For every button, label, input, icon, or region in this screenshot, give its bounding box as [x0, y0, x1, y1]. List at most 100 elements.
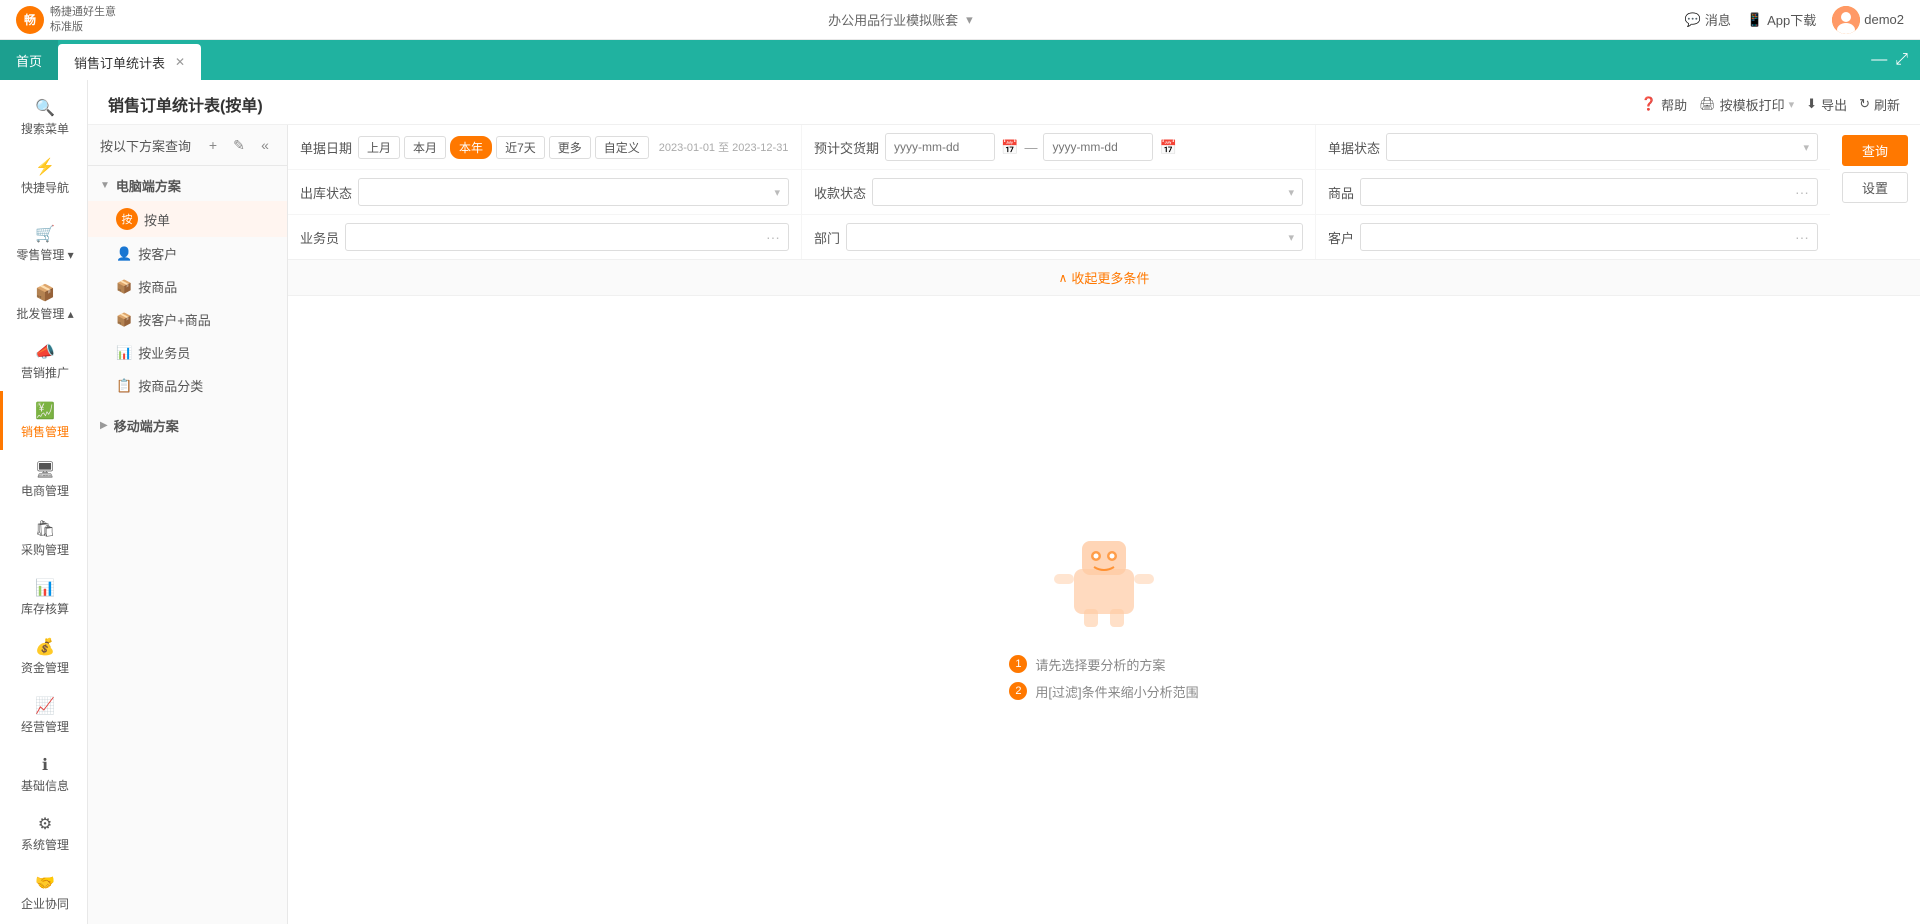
scheme-collapse-btn[interactable]: «	[255, 135, 275, 155]
sidebar-item-label: 系统管理	[21, 836, 69, 853]
scheme-item-by-customer-goods[interactable]: 📦 按客户+商品	[88, 303, 287, 336]
inventory-icon: 📊	[35, 578, 55, 598]
scheme-add-btn[interactable]: +	[203, 135, 223, 155]
date-btn-7days[interactable]: 近7天	[496, 136, 545, 159]
template-print-btn[interactable]: 🖨 按模板打印 ▾	[1699, 95, 1794, 114]
filter-row-2: 出库状态 ▾ 收款状态 ▾	[288, 170, 1830, 215]
date-btn-last-month[interactable]: 上月	[358, 136, 400, 159]
date-calendar-icon-2[interactable]: 📅	[1159, 139, 1176, 156]
goods-select[interactable]: ···	[1360, 178, 1818, 206]
customer-cell: 客户 ···	[1316, 215, 1830, 259]
sidebar-item-inventory[interactable]: 📊 库存核算	[0, 568, 87, 627]
tab-home[interactable]: 首页	[0, 40, 58, 80]
sidebar-item-corp-collab[interactable]: 🤝 企业协同	[0, 863, 87, 922]
date-calendar-icon-1[interactable]: 📅	[1001, 139, 1018, 156]
main-layout: 🔍 搜索菜单 ⚡ 快捷导航 🛒 零售管理 ▾ 📦 批发管理 ▴ 📣 营销推广 💹…	[0, 80, 1920, 924]
sidebar-item-purchase[interactable]: 🛍 采购管理	[0, 509, 87, 568]
sidebar-item-label: 电商管理	[21, 482, 69, 499]
scheme-header-icons: + ✎ «	[203, 135, 275, 155]
collapse-up-icon: ∧	[1059, 271, 1068, 285]
sidebar-item-label: 基础信息	[21, 777, 69, 794]
date-btn-this-month[interactable]: 本月	[404, 136, 446, 159]
department-select[interactable]: ▾	[846, 223, 1303, 251]
scheme-section-mobile-header[interactable]: ▶ 移动端方案	[88, 410, 287, 441]
company-dropdown-icon[interactable]: ▾	[966, 12, 973, 28]
collapse-label: 收起更多条件	[1071, 268, 1149, 287]
expected-date-start[interactable]	[885, 133, 995, 161]
scheme-edit-btn[interactable]: ✎	[229, 135, 249, 155]
sidebar-item-label: 资金管理	[21, 659, 69, 676]
sidebar-item-ecommerce[interactable]: 🖥 电商管理	[0, 450, 87, 509]
marketing-icon: 📣	[35, 342, 55, 362]
by-customer-icon: 👤	[116, 246, 132, 262]
refresh-btn[interactable]: ↻ 刷新	[1859, 95, 1900, 114]
sidebar-item-label: 库存核算	[21, 600, 69, 617]
scheme-item-by-salesperson[interactable]: 📊 按业务员	[88, 336, 287, 369]
salesperson-select[interactable]: ···	[345, 223, 789, 251]
print-icon: 🖨	[1699, 96, 1716, 112]
top-bar-left: 畅 畅捷通好生意 标准版	[16, 5, 116, 34]
sidebar-item-system[interactable]: ⚙ 系统管理	[0, 804, 87, 863]
scheme-item-by-order[interactable]: 按 按单	[88, 201, 287, 237]
finance-icon: 💰	[35, 637, 55, 657]
sidebar-item-label: 快捷导航	[21, 179, 69, 196]
sidebar-item-search-menu[interactable]: 🔍 搜索菜单	[0, 88, 87, 147]
by-goods-label: 按商品	[138, 277, 177, 296]
collapse-bar[interactable]: ∧ 收起更多条件	[288, 260, 1920, 296]
by-customer-goods-icon: 📦	[116, 312, 132, 328]
edit-icon: ✎	[233, 137, 245, 154]
tab-minimize-icon[interactable]: —	[1871, 51, 1887, 69]
tab-maximize-icon[interactable]: ⤢	[1895, 51, 1908, 69]
sidebar-item-sales[interactable]: 💹 销售管理	[0, 391, 87, 450]
export-btn[interactable]: ⬇ 导出	[1806, 95, 1847, 114]
salesperson-cell: 业务员 ···	[288, 215, 802, 259]
salesperson-label: 业务员	[300, 228, 339, 247]
message-btn[interactable]: 💬 消息	[1685, 10, 1731, 29]
department-arrow: ▾	[1288, 231, 1294, 244]
by-category-icon: 📋	[116, 378, 132, 394]
scheme-item-by-category[interactable]: 📋 按商品分类	[88, 369, 287, 402]
delivery-status-select[interactable]: ▾	[358, 178, 789, 206]
sidebar-item-marketing[interactable]: 📣 营销推广	[0, 332, 87, 391]
query-buttons: 查询 设置	[1830, 125, 1920, 213]
ecommerce-icon: 🖥	[35, 460, 55, 480]
scheme-item-by-customer[interactable]: 👤 按客户	[88, 237, 287, 270]
body-panel: 按以下方案查询 + ✎ « ▼	[88, 125, 1920, 924]
by-customer-goods-label: 按客户+商品	[138, 310, 211, 329]
bill-status-select[interactable]: ▾	[1386, 133, 1818, 161]
scheme-item-by-goods[interactable]: 📦 按商品	[88, 270, 287, 303]
department-cell: 部门 ▾	[802, 215, 1316, 259]
customer-select[interactable]: ···	[1360, 223, 1818, 251]
sidebar-item-quick-nav[interactable]: ⚡ 快捷导航	[0, 147, 87, 206]
sidebar-item-finance[interactable]: 💰 资金管理	[0, 627, 87, 686]
expected-date-end[interactable]	[1043, 133, 1153, 161]
tab-close-icon[interactable]: ✕	[175, 55, 185, 69]
settings-btn[interactable]: 设置	[1842, 172, 1908, 203]
goods-dots: ···	[1795, 184, 1809, 200]
date-btn-custom[interactable]: 自定义	[595, 136, 649, 159]
app-download-btn[interactable]: 📱 App下载	[1747, 10, 1816, 29]
sidebar-item-operations[interactable]: 📈 经营管理	[0, 686, 87, 745]
sidebar-item-basic-info[interactable]: ℹ 基础信息	[0, 745, 87, 804]
by-category-label: 按商品分类	[138, 376, 203, 395]
sidebar-item-retail[interactable]: 🛒 零售管理 ▾	[0, 214, 87, 273]
by-salesperson-label: 按业务员	[138, 343, 190, 362]
help-label: 帮助	[1661, 95, 1687, 114]
date-btn-this-year[interactable]: 本年	[450, 136, 492, 159]
query-btn[interactable]: 查询	[1842, 135, 1908, 166]
tab-order-stats[interactable]: 销售订单统计表 ✕	[58, 44, 201, 80]
sidebar-item-label: 企业协同	[21, 895, 69, 912]
payment-status-arrow: ▾	[1288, 186, 1294, 199]
sidebar-item-label: 销售管理	[21, 423, 69, 440]
export-icon: ⬇	[1806, 96, 1817, 112]
scheme-section-desktop-header[interactable]: ▼ 电脑端方案	[88, 170, 287, 201]
user-area[interactable]: demo2	[1832, 6, 1904, 34]
by-customer-label: 按客户	[138, 244, 177, 263]
sidebar-item-wholesale[interactable]: 📦 批发管理 ▴	[0, 273, 87, 332]
payment-status-select[interactable]: ▾	[872, 178, 1303, 206]
date-btn-more[interactable]: 更多	[549, 136, 591, 159]
user-avatar	[1832, 6, 1860, 34]
help-btn[interactable]: ❓ 帮助	[1641, 95, 1687, 114]
sidebar-item-label: 搜索菜单	[21, 120, 69, 137]
export-label: 导出	[1821, 95, 1847, 114]
